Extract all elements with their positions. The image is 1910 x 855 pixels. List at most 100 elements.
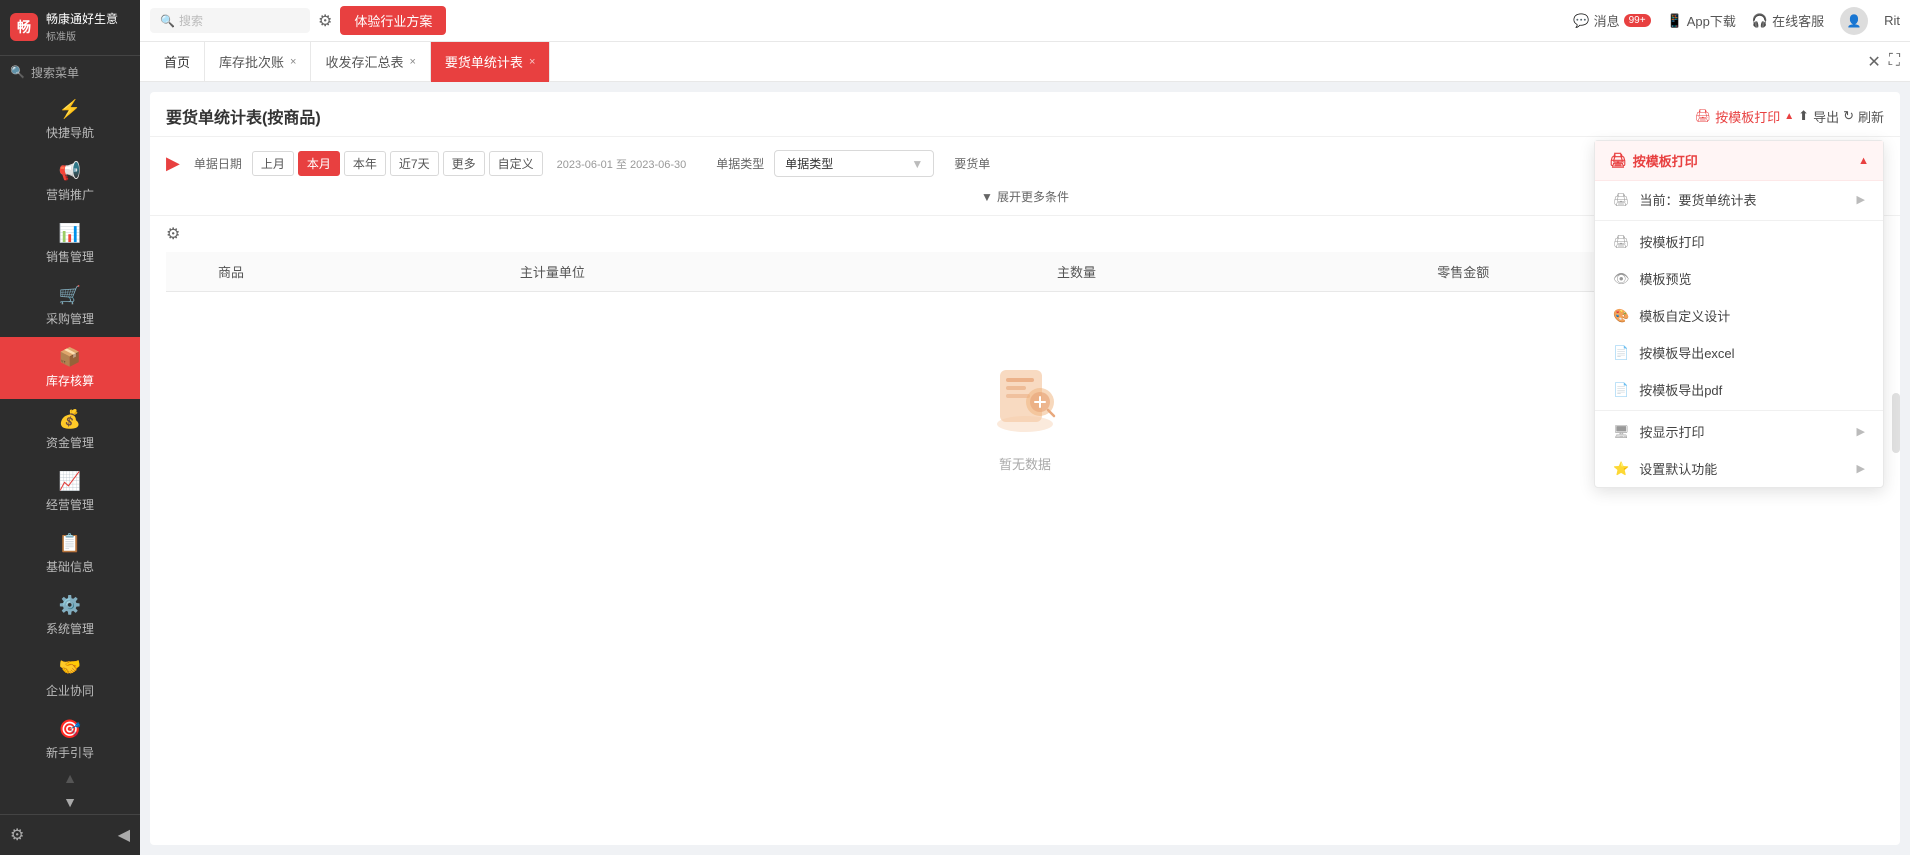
page-title: 要货单统计表(按商品) — [166, 104, 321, 128]
chevron-up-dropdown-icon: ▲ — [1858, 155, 1869, 167]
tab-receipt-summary[interactable]: 收发存汇总表 × — [311, 42, 430, 82]
marketing-icon: 📢 — [59, 161, 81, 182]
app-logo: 畅 畅康通好生意 标准版 — [0, 0, 140, 56]
refresh-btn[interactable]: ↻ 刷新 — [1843, 107, 1884, 126]
template-preview-icon: 👁 — [1613, 271, 1630, 287]
tab-close-receipt-summary[interactable]: × — [409, 56, 415, 68]
topbar-left: 🔍 搜索 ⚙ 体验行业方案 — [150, 6, 446, 35]
sidebar-item-sales[interactable]: 📊 销售管理 — [0, 213, 140, 275]
enterprise-icon: 🤝 — [59, 657, 81, 678]
tab-home[interactable]: 首页 — [150, 42, 205, 82]
excel-icon: 📄 — [1613, 345, 1629, 361]
dropdown-export-excel[interactable]: 📄 按模板导出excel — [1595, 334, 1883, 371]
dropdown-header: 🖨 按模板打印 ▲ — [1595, 141, 1883, 181]
inventory-icon: 📦 — [59, 347, 81, 368]
sidebar: 畅 畅康通好生意 标准版 🔍 搜索菜单 ⚡ 快捷导航 📢 营销推广 📊 销售管理… — [0, 0, 140, 855]
sidebar-item-inventory[interactable]: 📦 库存核算 — [0, 337, 140, 399]
close-all-tabs-icon[interactable]: ✕ — [1867, 52, 1880, 72]
page-header: 要货单统计表(按商品) 🖨 按模板打印 ▲ ⬆ 导出 ↻ 刷新 — [150, 92, 1900, 137]
template-print-icon: 🖨 — [1613, 234, 1630, 250]
date-filter-label: 单据日期 — [194, 155, 242, 172]
toggle-icon[interactable]: ◀ — [118, 825, 130, 845]
settings-bottom-icon[interactable]: ⚙ — [10, 825, 24, 845]
expand-tabs-icon[interactable]: ⛶ — [1889, 52, 1900, 72]
sidebar-item-operation[interactable]: 📈 经营管理 — [0, 461, 140, 523]
app-download-group[interactable]: 📱 App下载 — [1667, 11, 1736, 30]
display-print-icon: 🖥 — [1613, 424, 1630, 440]
main-area: 🔍 搜索 ⚙ 体验行业方案 💬 消息 99+ 📱 App下载 🎧 在线客服 👤 — [140, 0, 1910, 855]
sidebar-item-marketing[interactable]: 📢 营销推广 — [0, 151, 140, 213]
sidebar-search[interactable]: 🔍 搜索菜单 — [0, 56, 140, 89]
empty-icon — [980, 352, 1070, 442]
tab-close-inventory-batch[interactable]: × — [290, 56, 296, 68]
message-group[interactable]: 💬 消息 99+ — [1573, 11, 1650, 30]
dropdown-template-preview[interactable]: 👁 模板预览 — [1595, 260, 1883, 297]
sidebar-bottom: ⚙ ◀ — [0, 814, 140, 855]
page: 要货单统计表(按商品) 🖨 按模板打印 ▲ ⬆ 导出 ↻ 刷新 — [150, 92, 1900, 845]
tabbar-actions: ✕ ⛶ — [1867, 52, 1900, 72]
pdf-icon: 📄 — [1613, 382, 1629, 398]
chevron-up-icon: ▲ — [1784, 111, 1794, 122]
dropdown-set-default[interactable]: ⭐ 设置默认功能 ▶ — [1595, 450, 1883, 487]
sales-icon: 📊 — [59, 223, 81, 244]
filter-expand-icon[interactable]: ▶ — [166, 153, 180, 174]
column-settings-icon[interactable]: ⚙ — [166, 224, 180, 244]
template-design-icon: 🎨 — [1613, 308, 1629, 324]
tab-inventory-batch[interactable]: 库存批次账 × — [205, 42, 311, 82]
printer-header-icon: 🖨 — [1609, 152, 1627, 169]
sidebar-item-newguide[interactable]: 🎯 新手引导 — [0, 709, 140, 766]
date-btn-7days[interactable]: 近7天 — [390, 151, 439, 176]
purchase-icon: 🛒 — [59, 285, 81, 306]
right-scrollbar-track[interactable] — [1892, 92, 1900, 845]
sidebar-item-basic[interactable]: 📋 基础信息 — [0, 523, 140, 585]
template-print-btn[interactable]: 🖨 按模板打印 ▲ — [1695, 107, 1794, 126]
date-btn-last-month[interactable]: 上月 — [252, 151, 294, 176]
date-btn-custom[interactable]: 自定义 — [489, 151, 543, 176]
trial-btn[interactable]: 体验行业方案 — [340, 6, 446, 35]
tab-order-stats[interactable]: 要货单统计表 × — [431, 42, 550, 82]
user-avatar[interactable]: 👤 — [1840, 7, 1868, 35]
content-area: 要货单统计表(按商品) 🖨 按模板打印 ▲ ⬆ 导出 ↻ 刷新 — [140, 82, 1910, 855]
right-scrollbar-thumb[interactable] — [1892, 393, 1900, 453]
template-print-dropdown: 🖨 按模板打印 ▲ 🖨 当前：要货单统计表 ▶ — [1594, 140, 1884, 488]
page-header-actions: 🖨 按模板打印 ▲ ⬆ 导出 ↻ 刷新 — [1695, 107, 1884, 126]
dropdown-default-left: ⭐ 设置默认功能 — [1613, 459, 1717, 478]
online-service-group[interactable]: 🎧 在线客服 — [1752, 11, 1824, 30]
sidebar-item-purchase[interactable]: 🛒 采购管理 — [0, 275, 140, 337]
chevron-right-current-icon: ▶ — [1857, 193, 1865, 206]
date-btn-this-year[interactable]: 本年 — [344, 151, 386, 176]
dropdown-template-print[interactable]: 🖨 按模板打印 — [1595, 223, 1883, 260]
export-btn[interactable]: ⬆ 导出 — [1798, 107, 1839, 126]
empty-text: 暂无数据 — [999, 454, 1051, 473]
topbar-gear-icon[interactable]: ⚙ — [318, 11, 332, 31]
topbar-search-box[interactable]: 🔍 搜索 — [150, 8, 310, 33]
sidebar-item-system[interactable]: ⚙️ 系统管理 — [0, 585, 140, 647]
dropdown-header-left: 🖨 按模板打印 — [1609, 151, 1698, 170]
dropdown-display-left: 🖥 按显示打印 — [1613, 422, 1705, 441]
star-icon: ⭐ — [1613, 461, 1629, 477]
chevron-down-expand-icon: ▼ — [981, 190, 993, 204]
dropdown-current-template[interactable]: 🖨 当前：要货单统计表 ▶ — [1595, 181, 1883, 218]
shortcut-icon: ⚡ — [59, 99, 81, 120]
topbar: 🔍 搜索 ⚙ 体验行业方案 💬 消息 99+ 📱 App下载 🎧 在线客服 👤 — [140, 0, 1910, 42]
dropdown-display-print[interactable]: 🖥 按显示打印 ▶ — [1595, 413, 1883, 450]
sidebar-item-enterprise[interactable]: 🤝 企业协同 — [0, 647, 140, 709]
chevron-right-display-icon: ▶ — [1857, 425, 1865, 438]
basic-icon: 📋 — [59, 533, 81, 554]
export-icon: ⬆ — [1798, 108, 1809, 124]
refresh-icon: ↻ — [1843, 108, 1854, 124]
dropdown-template-design[interactable]: 🎨 模板自定义设计 — [1595, 297, 1883, 334]
sidebar-item-finance[interactable]: 💰 资金管理 — [0, 399, 140, 461]
order-type-select[interactable]: 单据类型 ▼ — [774, 150, 934, 177]
finance-icon: 💰 — [59, 409, 81, 430]
dropdown-close-area[interactable]: ▲ — [1858, 155, 1869, 167]
dropdown-export-pdf[interactable]: 📄 按模板导出pdf — [1595, 371, 1883, 408]
sidebar-item-shortcut[interactable]: ⚡ 快捷导航 — [0, 89, 140, 151]
date-btn-more[interactable]: 更多 — [443, 151, 485, 176]
tab-close-order-stats[interactable]: × — [529, 56, 535, 68]
operation-icon: 📈 — [59, 471, 81, 492]
chevron-right-default-icon: ▶ — [1857, 462, 1865, 475]
message-icon: 💬 — [1573, 13, 1589, 29]
col-quantity: 主数量 — [1045, 252, 1425, 292]
date-btn-this-month[interactable]: 本月 — [298, 151, 340, 176]
